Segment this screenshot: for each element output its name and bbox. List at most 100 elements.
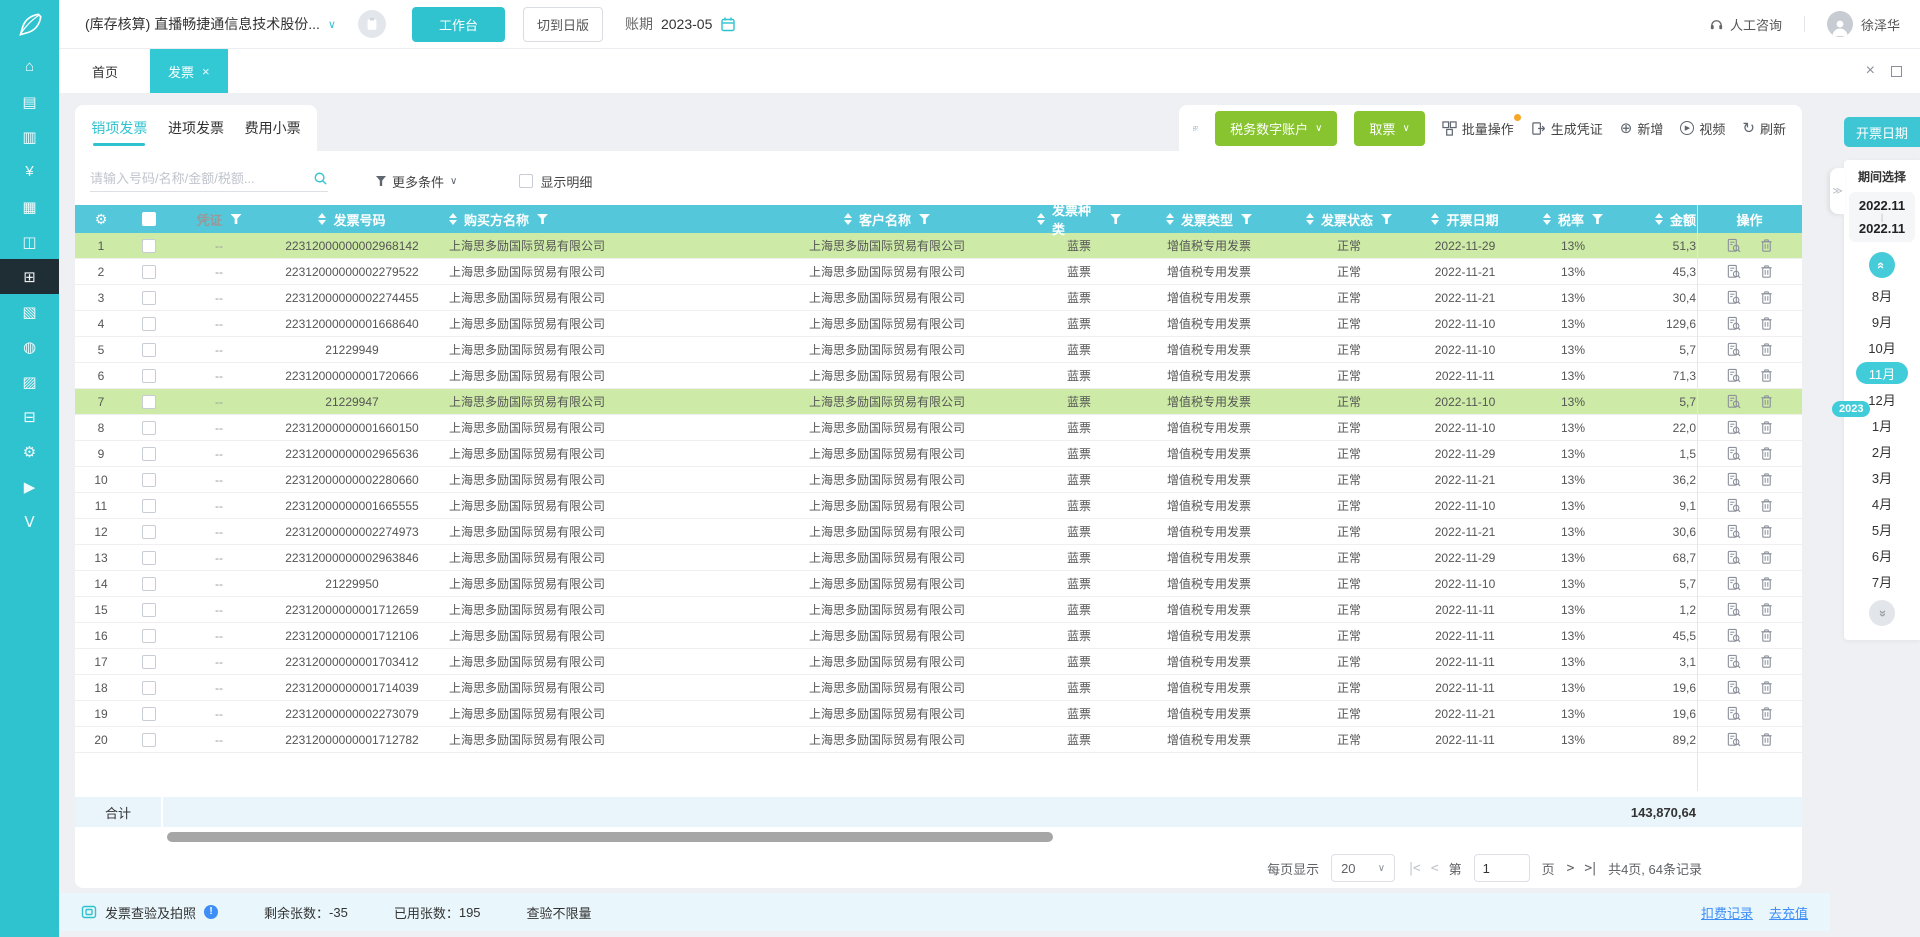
delete-invoice-icon[interactable] [1759,654,1774,669]
view-invoice-icon[interactable] [1726,394,1741,409]
company-selector[interactable]: (库存核算) 直播畅捷通信息技术股份... ∨ [85,14,336,34]
table-row[interactable]: 8--22312000000001660150上海思多励国际贸易有限公司上海思多… [75,415,1802,441]
period-from[interactable]: 2022.11 [1851,198,1913,213]
table-row[interactable]: 7--21229947上海思多励国际贸易有限公司上海思多励国际贸易有限公司蓝票增… [75,389,1802,415]
row-checkbox[interactable] [142,577,156,591]
delete-invoice-icon[interactable] [1759,524,1774,539]
month-11月[interactable]: 11月 [1844,360,1920,386]
invoice-scan-entry[interactable]: 发票查验及拍照 ! [81,903,218,922]
tab-close-icon[interactable]: × [202,65,210,78]
view-invoice-icon[interactable] [1726,420,1741,435]
table-row[interactable]: 3--22312000000002274455上海思多励国际贸易有限公司上海思多… [75,285,1802,311]
view-invoice-icon[interactable] [1726,628,1741,643]
delete-invoice-icon[interactable] [1759,602,1774,617]
delete-invoice-icon[interactable] [1759,680,1774,695]
view-invoice-icon[interactable] [1726,290,1741,305]
period-to[interactable]: 2022.11 [1851,221,1913,236]
sort-icon[interactable] [1166,213,1174,225]
filter-icon[interactable] [231,214,242,224]
support-link[interactable]: 人工咨询 [1709,15,1782,34]
table-row[interactable]: 15--22312000000001712659上海思多励国际贸易有限公司上海思… [75,597,1802,623]
view-invoice-icon[interactable] [1726,524,1741,539]
column-settings-icon[interactable]: ⚙ [95,211,108,228]
tab-home[interactable]: 首页 [74,49,136,93]
row-checkbox[interactable] [142,369,156,383]
view-invoice-icon[interactable] [1726,472,1741,487]
view-invoice-icon[interactable] [1726,446,1741,461]
view-invoice-icon[interactable] [1726,706,1741,721]
table-row[interactable]: 14--21229950上海思多励国际贸易有限公司上海思多励国际贸易有限公司蓝票… [75,571,1802,597]
filter-icon[interactable] [919,214,930,224]
sidebar-item-expense[interactable]: ◍ [0,329,59,364]
table-row[interactable]: 17--22312000000001703412上海思多励国际贸易有限公司上海思… [75,649,1802,675]
month-4月[interactable]: 4月 [1844,490,1920,516]
delete-invoice-icon[interactable] [1759,290,1774,305]
sidebar-item-salary[interactable]: ⊟ [0,399,59,434]
sort-icon[interactable] [449,213,457,225]
collapse-handle-icon[interactable]: ≫ [1830,168,1845,214]
switch-version-button[interactable]: 切到日版 [523,7,603,42]
row-checkbox[interactable] [142,473,156,487]
col-header-amount[interactable]: 金额 [1617,205,1697,233]
sidebar-item-vip[interactable]: Ⅴ [0,504,59,539]
recharge-link[interactable]: 去充值 [1769,903,1808,922]
sidebar-item-video[interactable]: ▶ [0,469,59,504]
table-row[interactable]: 12--22312000000002274973上海思多励国际贸易有限公司上海思… [75,519,1802,545]
sidebar-item-funds[interactable]: ¥ [0,154,59,189]
col-header-no[interactable]: ⚙ [75,205,127,233]
view-invoice-icon[interactable] [1726,368,1741,383]
sidebar-item-settings[interactable]: ⚙ [0,434,59,469]
show-detail-toggle[interactable]: 显示明细 [519,172,592,191]
row-checkbox[interactable] [142,239,156,253]
row-checkbox[interactable] [142,629,156,643]
filter-icon[interactable] [1241,214,1252,224]
delete-invoice-icon[interactable] [1759,368,1774,383]
delete-invoice-icon[interactable] [1759,732,1774,747]
delete-invoice-icon[interactable] [1759,706,1774,721]
subtab-2[interactable]: 费用小票 [234,105,311,151]
row-checkbox[interactable] [142,447,156,461]
table-row[interactable]: 20--22312000000001712782上海思多励国际贸易有限公司上海思… [75,727,1802,753]
row-checkbox[interactable] [142,707,156,721]
view-invoice-icon[interactable] [1726,342,1741,357]
col-header-tax_rate[interactable]: 税率 [1529,205,1617,233]
month-5月[interactable]: 5月 [1844,516,1920,542]
row-checkbox[interactable] [142,421,156,435]
fullscreen-icon[interactable] [1891,66,1902,77]
sidebar-item-inventory[interactable]: ▨ [0,364,59,399]
qr-scan-icon[interactable] [1193,119,1198,138]
subtab-1[interactable]: 进项发票 [158,105,235,151]
row-checkbox[interactable] [142,655,156,669]
info-icon[interactable]: ! [204,905,218,919]
search-input[interactable] [90,171,313,186]
page-input[interactable] [1474,854,1530,882]
delete-invoice-icon[interactable] [1759,576,1774,591]
col-header-voucher[interactable]: 凭证 [171,205,267,233]
delete-invoice-icon[interactable] [1759,342,1774,357]
view-invoice-icon[interactable] [1726,316,1741,331]
workbench-button[interactable]: 工作台 [412,7,505,42]
tab-invoice[interactable]: 发票 × [150,49,228,93]
period-value[interactable]: 2023-05 [661,16,712,32]
row-checkbox[interactable] [142,291,156,305]
sort-icon[interactable] [1306,213,1314,225]
delete-invoice-icon[interactable] [1759,238,1774,253]
scrollbar-thumb[interactable] [167,832,1053,842]
row-checkbox[interactable] [142,603,156,617]
filter-icon[interactable] [1381,214,1392,224]
view-invoice-icon[interactable] [1726,498,1741,513]
month-3月[interactable]: 3月 [1844,464,1920,490]
col-header-kind[interactable]: 发票种类 [1037,205,1121,233]
col-header-check[interactable] [127,205,171,233]
sort-icon[interactable] [1655,213,1663,225]
view-invoice-icon[interactable] [1726,732,1741,747]
select-all-checkbox[interactable] [142,212,156,226]
sort-icon[interactable] [318,213,326,225]
row-checkbox[interactable] [142,343,156,357]
table-row[interactable]: 2--22312000000002279522上海思多励国际贸易有限公司上海思多… [75,259,1802,285]
table-row[interactable]: 10--22312000000002280660上海思多励国际贸易有限公司上海思… [75,467,1802,493]
col-header-date[interactable]: 开票日期 [1401,205,1529,233]
delete-invoice-icon[interactable] [1759,550,1774,565]
view-invoice-icon[interactable] [1726,654,1741,669]
month-10月[interactable]: 10月 [1844,334,1920,360]
